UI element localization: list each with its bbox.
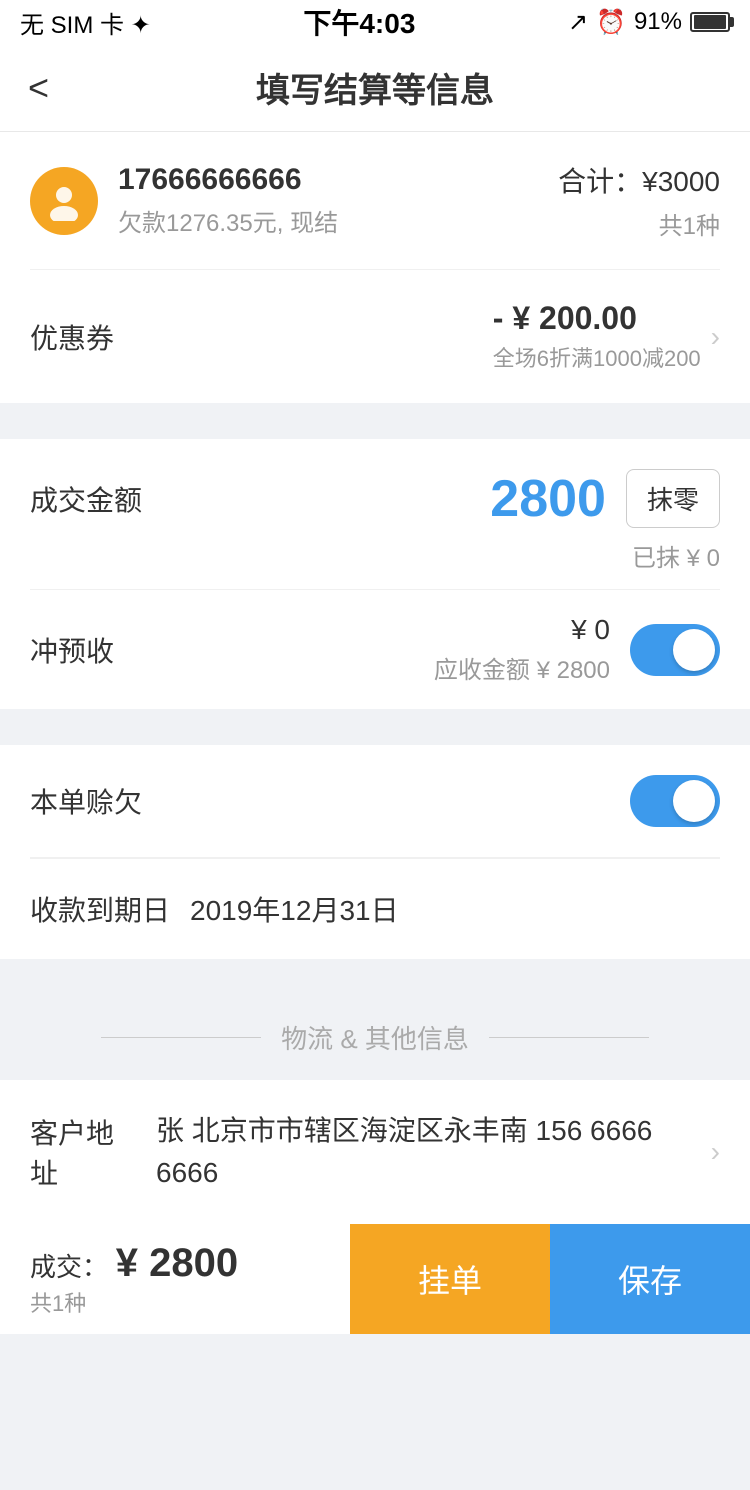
logistics-header: 物流 & 其他信息 [0, 995, 750, 1080]
bottom-info: 成交： ¥ 2800 共1种 [0, 1224, 350, 1334]
customer-card: 17666666666 欠款1276.35元, 现结 合计：¥3000 共1种 … [0, 132, 750, 403]
coupon-row[interactable]: 优惠券 - ¥ 200.00 全场6折满1000减200 › [30, 270, 720, 403]
section-gap-1 [0, 419, 750, 439]
address-card: 客户地址 张 北京市市辖区海淀区永丰南 156 6666 6666 › [0, 1080, 750, 1224]
coupon-desc: 全场6折满1000减200 [493, 341, 701, 373]
bottom-count: 共1种 [30, 1286, 320, 1318]
item-count: 共1种 [558, 206, 720, 241]
deal-amount-label: 成交金额 [30, 479, 142, 519]
customer-left: 17666666666 欠款1276.35元, 现结 [30, 163, 338, 238]
sim-status: 无 SIM 卡 ✦ [20, 5, 151, 40]
status-time: 下午4:03 [303, 2, 415, 42]
coupon-info: - ¥ 200.00 全场6折满1000减200 [493, 300, 701, 373]
page-header: < 填写结算等信息 [0, 44, 750, 132]
address-value: 张 北京市市辖区海淀区永丰南 156 6666 6666 [156, 1110, 695, 1194]
status-right: ↗ ⏰ 91% [568, 8, 730, 37]
deal-amount-right: 2800 抹零 [490, 469, 720, 528]
battery-icon [690, 12, 730, 32]
prepay-label: 冲预收 [30, 630, 114, 670]
total-amount: 合计：¥3000 [558, 160, 720, 200]
header-line-left [101, 1037, 261, 1038]
status-left: 无 SIM 卡 ✦ [20, 5, 151, 40]
coupon-label: 优惠券 [30, 317, 114, 357]
status-bar: 无 SIM 卡 ✦ 下午4:03 ↗ ⏰ 91% [0, 0, 750, 44]
due-date-value: 2019年12月31日 [190, 889, 399, 929]
customer-total: 合计：¥3000 共1种 [558, 160, 720, 241]
avatar [30, 167, 98, 235]
address-label: 客户地址 [30, 1112, 140, 1192]
save-button[interactable]: 保存 [550, 1224, 750, 1334]
prepay-right: ¥ 0 应收金额 ¥ 2800 [434, 614, 720, 685]
header-line-right [489, 1037, 649, 1038]
bottom-amount: ¥ 2800 [116, 1241, 238, 1285]
coupon-right: - ¥ 200.00 全场6折满1000减200 › [493, 300, 720, 373]
alarm-icon: ⏰ [596, 8, 626, 37]
prepay-value: ¥ 0 [434, 614, 610, 646]
debt-row: 本单赊欠 [30, 745, 720, 857]
battery-percent: 91% [634, 8, 682, 36]
location-icon: ↗ [568, 8, 588, 37]
logistics-label: 物流 & 其他信息 [281, 1019, 469, 1056]
prepay-row: 冲预收 ¥ 0 应收金额 ¥ 2800 [30, 590, 720, 709]
address-row[interactable]: 客户地址 张 北京市市辖区海淀区永丰南 156 6666 6666 › [30, 1080, 720, 1224]
customer-debt: 欠款1276.35元, 现结 [118, 203, 338, 238]
section-gap-2 [0, 725, 750, 745]
debt-card: 本单赊欠 收款到期日 2019年12月31日 [0, 745, 750, 959]
deal-amount-row: 成交金额 2800 抹零 [30, 439, 720, 538]
deal-amount-value: 2800 [490, 473, 606, 525]
chevron-right-icon: › [711, 321, 720, 353]
due-date-row: 收款到期日 2019年12月31日 [30, 858, 720, 959]
bottom-deal-row: 成交： ¥ 2800 [30, 1241, 320, 1286]
bottom-bar: 成交： ¥ 2800 共1种 挂单 保存 [0, 1224, 750, 1334]
page-title: 填写结算等信息 [256, 63, 494, 112]
debt-label: 本单赊欠 [30, 781, 142, 821]
customer-row: 17666666666 欠款1276.35元, 现结 合计：¥3000 共1种 [30, 132, 720, 269]
prepay-desc: 应收金额 ¥ 2800 [434, 650, 610, 685]
debt-toggle[interactable] [630, 775, 720, 827]
round-button[interactable]: 抹零 [626, 469, 720, 528]
prepay-toggle[interactable] [630, 624, 720, 676]
section-gap-3 [0, 975, 750, 995]
customer-info: 17666666666 欠款1276.35元, 现结 [118, 163, 338, 238]
deal-amount-card: 成交金额 2800 抹零 已抹 ¥ 0 冲预收 ¥ 0 应收金额 ¥ 2800 [0, 439, 750, 709]
deal-amount-sub: 已抹 ¥ 0 [30, 538, 720, 589]
due-date-label: 收款到期日 [30, 889, 170, 929]
bottom-deal-label: 成交： [30, 1252, 108, 1282]
customer-phone: 17666666666 [118, 163, 338, 197]
coupon-amount: - ¥ 200.00 [493, 300, 701, 337]
back-button[interactable]: < [28, 67, 49, 109]
prepay-amount: ¥ 0 应收金额 ¥ 2800 [434, 614, 610, 685]
hang-button[interactable]: 挂单 [350, 1224, 550, 1334]
chevron-right-icon-2: › [711, 1136, 720, 1168]
